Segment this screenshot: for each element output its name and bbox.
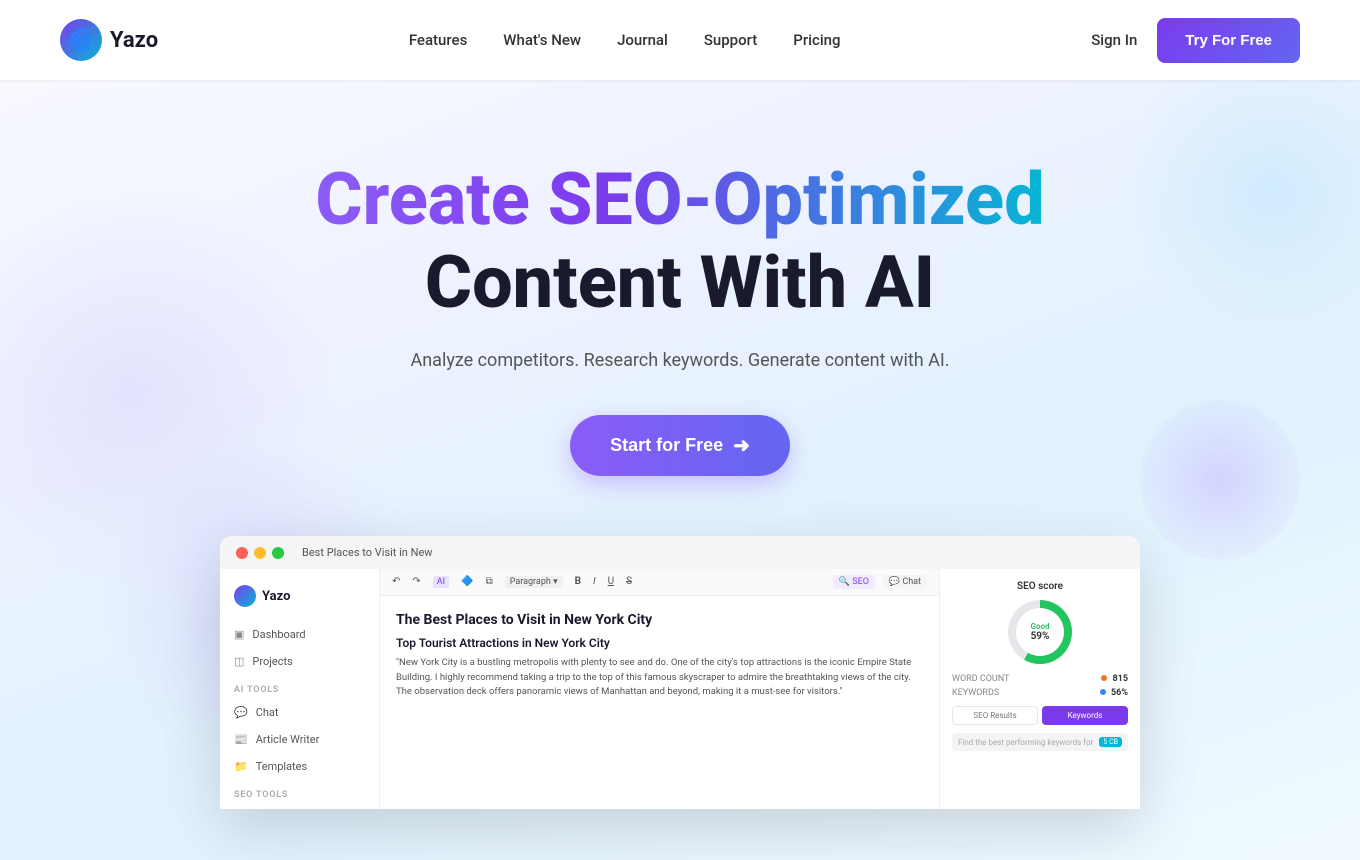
sidebar-article-label: Article Writer <box>256 733 320 746</box>
gauge-label: Good <box>1030 622 1049 631</box>
hero-subtext: Analyze competitors. Research keywords. … <box>410 350 949 371</box>
keywords-tab[interactable]: Keywords <box>1042 706 1128 725</box>
brand-name: Yazo <box>110 28 158 53</box>
projects-icon: ◫ <box>234 655 244 668</box>
sidebar-logo-icon <box>234 585 256 607</box>
toolbar-bold[interactable]: B <box>575 576 581 588</box>
dashboard-icon: ▣ <box>234 628 244 641</box>
hero-section: Create SEO-Optimized Content With AI Ana… <box>0 80 1360 860</box>
seo-score-title: SEO score <box>952 581 1128 592</box>
toolbar-undo[interactable]: ↶ <box>392 576 400 588</box>
mockup-body: Yazo ▣ Dashboard ◫ Projects AI TOOLS 💬 C… <box>220 569 1140 809</box>
toolbar-copy[interactable]: ⧉ <box>486 576 493 588</box>
stat-keywords-val: 56% <box>1100 688 1128 698</box>
titlebar-red-dot <box>236 547 248 559</box>
toolbar-strikethrough[interactable]: S <box>626 576 632 588</box>
editor-topbar: ↶ ↷ AI 🔷 ⧉ Paragraph ▾ B I U S 🔍 <box>380 569 939 596</box>
chat-icon: 💬 <box>234 706 248 719</box>
start-free-label: Start for Free <box>610 435 723 456</box>
titlebar-yellow-dot <box>254 547 266 559</box>
sidebar-projects-label: Projects <box>252 655 292 668</box>
toolbar-ai[interactable]: AI <box>433 576 449 588</box>
dot-orange <box>1101 675 1107 681</box>
sidebar-dashboard-label: Dashboard <box>252 628 305 641</box>
editor-body: "New York City is a bustling metropolis … <box>396 656 923 699</box>
sidebar-item-dashboard[interactable]: ▣ Dashboard <box>220 621 379 648</box>
stat-wordcount-label: WORD COUNT <box>952 674 1009 684</box>
headline-dark-text: Content With AI <box>315 243 1044 322</box>
try-free-button[interactable]: Try For Free <box>1157 18 1300 63</box>
keyword-search-bar[interactable]: Find the best performing keywords for 5 … <box>952 733 1128 751</box>
stat-wordcount-val: 815 <box>1101 674 1128 684</box>
titlebar-green-dot <box>272 547 284 559</box>
seo-tab-button[interactable]: 🔍 SEO <box>833 575 875 589</box>
sidebar-item-templates[interactable]: 📁 Templates <box>220 753 379 780</box>
editor-title: The Best Places to Visit in New York Cit… <box>396 612 923 628</box>
sidebar-item-projects[interactable]: ◫ Projects <box>220 648 379 675</box>
seo-results-tab[interactable]: SEO Results <box>952 706 1038 725</box>
sidebar-item-article-writer[interactable]: 📰 Article Writer <box>220 726 379 753</box>
seo-gauge: Good 59% <box>952 600 1128 664</box>
nav-features[interactable]: Features <box>409 31 467 49</box>
sidebar-logo-text: Yazo <box>262 589 290 604</box>
templates-icon: 📁 <box>234 760 248 773</box>
sidebar-chat-label: Chat <box>256 706 279 719</box>
deco-circle-right <box>1140 400 1300 560</box>
ai-tools-label: AI TOOLS <box>220 675 379 699</box>
gauge-pct: 59% <box>1031 631 1050 642</box>
toolbar-underline[interactable]: U <box>608 576 614 588</box>
nav-support[interactable]: Support <box>704 31 757 49</box>
nav-links: Features What's New Journal Support Pric… <box>409 31 841 49</box>
brand-logo[interactable]: 🌀 Yazo <box>60 19 158 61</box>
seo-stats: WORD COUNT 815 KEYWORDS 56% <box>952 674 1128 698</box>
article-icon: 📰 <box>234 733 248 746</box>
mockup-sidebar: Yazo ▣ Dashboard ◫ Projects AI TOOLS 💬 C… <box>220 569 380 809</box>
stat-row-wordcount: WORD COUNT 815 <box>952 674 1128 684</box>
keyword-badge: 5 CB <box>1099 737 1122 747</box>
sidebar-templates-label: Templates <box>256 760 307 773</box>
nav-journal[interactable]: Journal <box>617 31 668 49</box>
seo-bottom-tabs: SEO Results Keywords <box>952 706 1128 725</box>
editor-subtitle: Top Tourist Attractions in New York City <box>396 636 923 650</box>
deco-top-right <box>1120 80 1360 340</box>
navbar: 🌀 Yazo Features What's New Journal Suppo… <box>0 0 1360 80</box>
mockup-frame: Best Places to Visit in New Yazo ▣ Dashb… <box>220 536 1140 809</box>
titlebar-title: Best Places to Visit in New <box>302 546 433 559</box>
toolbar-wp[interactable]: 🔷 <box>461 576 473 588</box>
dot-blue <box>1100 689 1106 695</box>
toolbar-redo[interactable]: ↷ <box>412 576 420 588</box>
sign-in-link[interactable]: Sign In <box>1091 31 1137 49</box>
stat-row-keywords: KEYWORDS 56% <box>952 688 1128 698</box>
mockup-editor: ↶ ↷ AI 🔷 ⧉ Paragraph ▾ B I U S 🔍 <box>380 569 940 809</box>
sidebar-logo: Yazo <box>220 585 379 621</box>
app-mockup: Best Places to Visit in New Yazo ▣ Dashb… <box>220 536 1140 809</box>
logo-icon: 🌀 <box>60 19 102 61</box>
toolbar-italic[interactable]: I <box>593 576 596 588</box>
keyword-search-text: Find the best performing keywords for <box>958 738 1093 747</box>
mockup-titlebar: Best Places to Visit in New <box>220 536 1140 569</box>
sidebar-item-chat[interactable]: 💬 Chat <box>220 699 379 726</box>
gauge-circle: Good 59% <box>1008 600 1072 664</box>
start-free-button[interactable]: Start for Free ➜ <box>570 415 790 476</box>
headline-gradient-text: Create SEO-Optimized <box>315 157 1044 242</box>
seo-tools-label: SEO TOOLS <box>220 780 379 804</box>
stat-keywords-label: KEYWORDS <box>952 688 999 698</box>
toolbar-paragraph[interactable]: Paragraph ▾ <box>505 576 563 588</box>
chat-tab-button[interactable]: 💬 Chat <box>883 575 927 589</box>
nav-actions: Sign In Try For Free <box>1091 18 1300 63</box>
nav-pricing[interactable]: Pricing <box>793 31 840 49</box>
arrow-right-icon: ➜ <box>733 433 750 458</box>
nav-whats-new[interactable]: What's New <box>503 31 581 49</box>
gauge-inner: Good 59% <box>1016 608 1064 656</box>
editor-content: The Best Places to Visit in New York Cit… <box>380 596 939 809</box>
seo-panel: SEO score Good 59% WORD COUNT <box>940 569 1140 809</box>
hero-headline: Create SEO-Optimized Content With AI <box>315 160 1044 322</box>
